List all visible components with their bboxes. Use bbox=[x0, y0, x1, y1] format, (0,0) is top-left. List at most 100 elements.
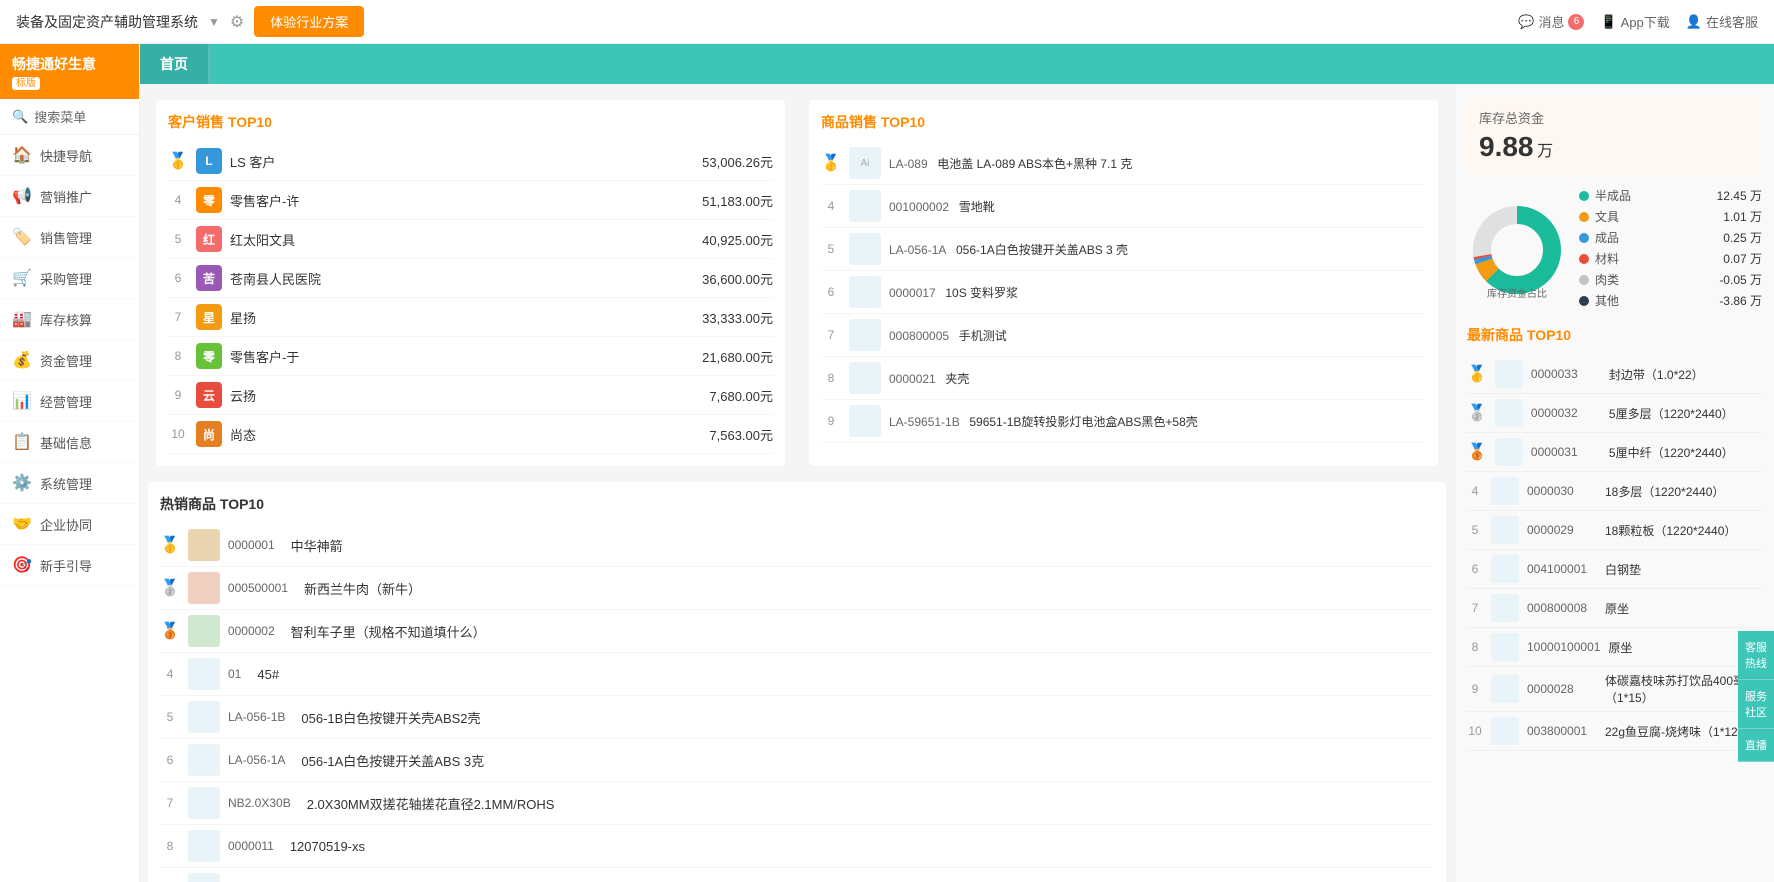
product-row: 9 LA-59651-1B 59651-1B旋转投影灯电池盒ABS黑色+58壳 bbox=[821, 400, 1426, 443]
new-product-row: 6 004100001 白钢垫 bbox=[1467, 550, 1762, 589]
gear-icon[interactable]: ⚙ bbox=[230, 12, 244, 32]
sidebar-item-marketing[interactable]: 📢 营销推广 bbox=[0, 176, 139, 217]
avatar: L bbox=[196, 148, 222, 174]
avatar: 零 bbox=[196, 343, 222, 369]
product-thumbnail bbox=[849, 276, 881, 308]
product-thumbnail bbox=[849, 190, 881, 222]
product-thumbnail bbox=[1495, 438, 1523, 466]
legend-dot bbox=[1579, 254, 1589, 264]
customer-row: 🥇 L LS 客户 53,006.26元 bbox=[168, 142, 773, 181]
right-panel: 库存总资金 9.88 万 bbox=[1454, 84, 1774, 882]
product-sales-top10-panel: 商品销售 TOP10 🥇 Ai LA-089 电池盖 LA-089 ABS本色+… bbox=[809, 100, 1438, 466]
logo-badge: 标版 bbox=[12, 77, 40, 90]
sidebar-item-operations[interactable]: 📊 经营管理 bbox=[0, 381, 139, 422]
hot-product-row: 8 0000011 12070519-xs bbox=[160, 825, 1434, 868]
legend-item: 半成品 12.45 万 bbox=[1579, 187, 1762, 204]
product-info: LA-056-1A 056-1A白色按键开关盖ABS 3 壳 bbox=[889, 241, 1426, 258]
product-thumbnail bbox=[188, 744, 220, 776]
sidebar-item-guide[interactable]: 🎯 新手引导 bbox=[0, 545, 139, 586]
topbar-left: 装备及固定资产辅助管理系统 ▼ ⚙ 体验行业方案 bbox=[16, 6, 364, 37]
product-thumbnail bbox=[849, 362, 881, 394]
bronze-medal-icon: 🥉 bbox=[160, 621, 180, 641]
sidebar-item-basic-info[interactable]: 📋 基础信息 bbox=[0, 422, 139, 463]
donut-chart: 库存资金占比 bbox=[1467, 200, 1567, 300]
livestream-btn[interactable]: 直播 bbox=[1738, 729, 1774, 762]
avatar: 苦 bbox=[196, 265, 222, 291]
customer-service-btn[interactable]: 客服热线 bbox=[1738, 631, 1774, 680]
legend-dot bbox=[1579, 275, 1589, 285]
product-thumbnail bbox=[1491, 717, 1519, 745]
product-thumbnail bbox=[188, 873, 220, 882]
app-download-btn[interactable]: 📱 App下载 bbox=[1600, 12, 1669, 31]
nav-tab-bar: 首页 bbox=[140, 44, 1774, 84]
legend-dot bbox=[1579, 191, 1589, 201]
top-panels: 客户销售 TOP10 🥇 L LS 客户 53,006.26元 4 零 bbox=[140, 84, 1454, 474]
sidebar-item-purchase[interactable]: 🛒 采购管理 bbox=[0, 258, 139, 299]
inventory-amount: 9.88 bbox=[1479, 131, 1534, 162]
inventory-chart: 库存资金占比 半成品 12.45 万 文具 1.01 万 bbox=[1467, 187, 1762, 313]
chevron-down-icon: ▼ bbox=[208, 15, 220, 29]
gold-medal-icon: 🥇 bbox=[1467, 364, 1487, 384]
online-service-btn[interactable]: 👤 在线客服 bbox=[1686, 12, 1758, 31]
sidebar-item-system[interactable]: ⚙️ 系统管理 bbox=[0, 463, 139, 504]
product-thumbnail bbox=[849, 233, 881, 265]
new-product-row: 9 0000028 体碳嘉枝味苏打饮品400毫升（1*15） bbox=[1467, 667, 1762, 712]
guide-icon: 🎯 bbox=[12, 555, 32, 575]
messages-btn[interactable]: 💬 消息 6 bbox=[1518, 12, 1584, 31]
product-row: 🥇 Ai LA-089 电池盖 LA-089 ABS本色+黑种 7.1 克 bbox=[821, 142, 1426, 185]
product-row: 8 0000021 夹壳 bbox=[821, 357, 1426, 400]
product-info: 000800005 手机测试 bbox=[889, 327, 1426, 344]
message-icon: 💬 bbox=[1518, 14, 1534, 30]
product-thumbnail bbox=[188, 830, 220, 862]
sidebar-item-inventory[interactable]: 🏭 库存核算 bbox=[0, 299, 139, 340]
customer-row: 9 云 云扬 7,680.00元 bbox=[168, 376, 773, 415]
new-product-row: 4 0000030 18多层（1220*2440） bbox=[1467, 472, 1762, 511]
inventory-legend: 半成品 12.45 万 文具 1.01 万 成品 0 bbox=[1579, 187, 1762, 313]
product-row: 7 000800005 手机测试 bbox=[821, 314, 1426, 357]
product-sales-panel-title: 商品销售 TOP10 bbox=[821, 112, 1426, 132]
hot-product-row: 🥇 0000001 中华神箭 bbox=[160, 524, 1434, 567]
topbar: 装备及固定资产辅助管理系统 ▼ ⚙ 体验行业方案 💬 消息 6 📱 App下载 … bbox=[0, 0, 1774, 44]
product-info: 0000021 夹壳 bbox=[889, 370, 1426, 387]
customer-row: 6 苦 苍南县人民医院 36,600.00元 bbox=[168, 259, 773, 298]
product-thumbnail bbox=[188, 701, 220, 733]
product-thumbnail bbox=[1491, 594, 1519, 622]
product-thumbnail bbox=[1491, 516, 1519, 544]
bronze-medal-icon: 🥉 bbox=[1467, 442, 1487, 462]
trial-button[interactable]: 体验行业方案 bbox=[254, 6, 364, 37]
customer-row: 8 零 零售客户-于 21,680.00元 bbox=[168, 337, 773, 376]
product-thumbnail bbox=[849, 405, 881, 437]
product-thumbnail bbox=[188, 787, 220, 819]
customer-row: 5 红 红太阳文具 40,925.00元 bbox=[168, 220, 773, 259]
float-buttons: 客服热线 服务社区 直播 bbox=[1738, 631, 1774, 762]
legend-dot bbox=[1579, 296, 1589, 306]
silver-medal-icon: 🥈 bbox=[160, 578, 180, 598]
product-row: 5 LA-056-1A 056-1A白色按键开关盖ABS 3 壳 bbox=[821, 228, 1426, 271]
product-thumbnail bbox=[188, 658, 220, 690]
new-products-section: 最新商品 TOP10 🥇 0000033 封边带（1.0*22） 🥈 bbox=[1467, 325, 1762, 751]
sidebar: 畅捷通好生意 标版 🔍 搜索菜单 🏠 快捷导航 📢 营销推广 🏷️ 销售管理 🛒… bbox=[0, 44, 140, 882]
sidebar-item-quicknav[interactable]: 🏠 快捷导航 bbox=[0, 135, 139, 176]
product-info: 001000002 雪地靴 bbox=[889, 198, 1426, 215]
product-info: 0000017 10S 变料罗浆 bbox=[889, 284, 1426, 301]
sidebar-search[interactable]: 🔍 搜索菜单 bbox=[0, 99, 139, 135]
legend-item: 成品 0.25 万 bbox=[1579, 229, 1762, 246]
message-badge: 6 bbox=[1568, 14, 1584, 30]
info-icon: 📋 bbox=[12, 432, 32, 452]
sidebar-item-finance[interactable]: 💰 资金管理 bbox=[0, 340, 139, 381]
phone-icon: 📱 bbox=[1600, 14, 1616, 30]
sidebar-item-collab[interactable]: 🤝 企业协同 bbox=[0, 504, 139, 545]
inventory-total-card: 库存总资金 9.88 万 bbox=[1467, 96, 1762, 175]
topbar-right: 💬 消息 6 📱 App下载 👤 在线客服 bbox=[1518, 12, 1758, 31]
hot-product-row: 7 NB2.0X30B 2.0X30MM双搓花轴搓花直径2.1MM/ROHS bbox=[160, 782, 1434, 825]
operations-icon: 📊 bbox=[12, 391, 32, 411]
avatar: 尚 bbox=[196, 421, 222, 447]
new-product-row: 10 003800001 22g鱼豆腐-烧烤味（1*12*20） bbox=[1467, 712, 1762, 751]
sidebar-item-sales[interactable]: 🏷️ 销售管理 bbox=[0, 217, 139, 258]
product-thumbnail bbox=[1495, 399, 1523, 427]
service-community-btn[interactable]: 服务社区 bbox=[1738, 680, 1774, 729]
content-body: 客户销售 TOP10 🥇 L LS 客户 53,006.26元 4 零 bbox=[140, 84, 1774, 882]
tab-home[interactable]: 首页 bbox=[140, 44, 209, 84]
new-products-title: 最新商品 TOP10 bbox=[1467, 325, 1762, 345]
product-info: LA-59651-1B 59651-1B旋转投影灯电池盒ABS黑色+58壳 bbox=[889, 413, 1426, 430]
